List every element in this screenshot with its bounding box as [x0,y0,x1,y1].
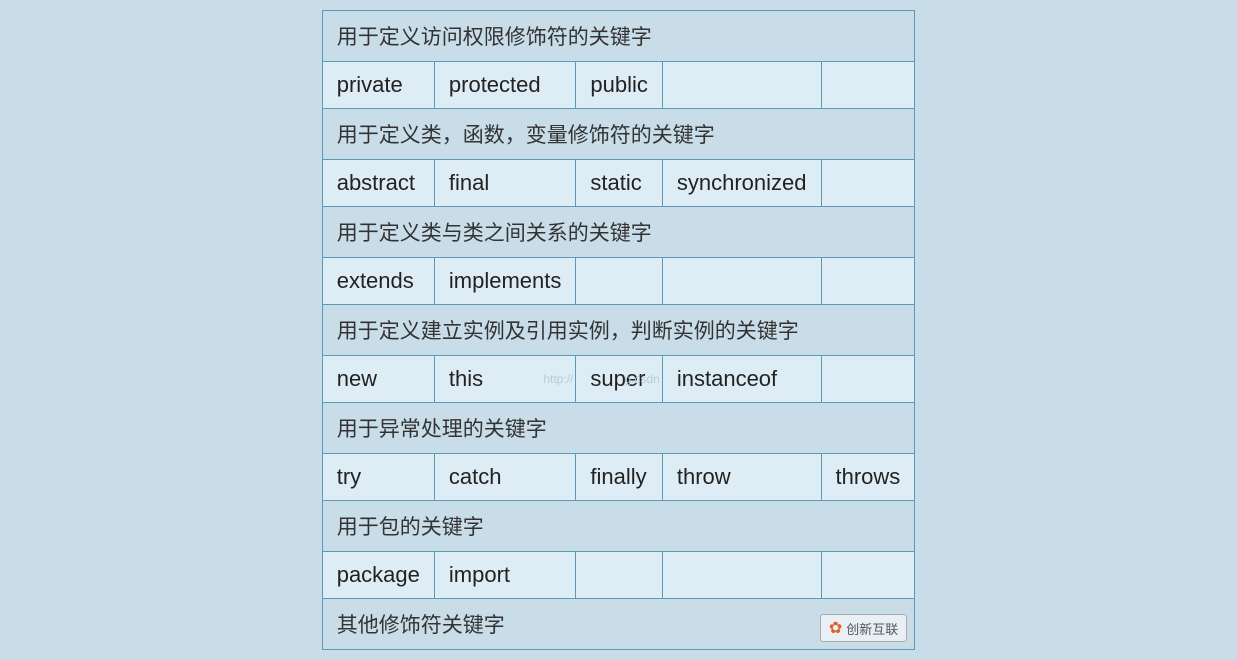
table-cell: extends [322,258,434,305]
section-header-label-3: 用于定义建立实例及引用实例，判断实例的关键字 [322,305,915,356]
table-cell: abstract [322,160,434,207]
table-cell [576,552,662,599]
section-header-label-2: 用于定义类与类之间关系的关键字 [322,207,915,258]
logo-badge: ✿ 创新互联 [820,614,907,642]
table-row: packageimport [322,552,915,599]
table-cell: static [576,160,662,207]
table-cell [576,258,662,305]
table-cell: synchronized [662,160,821,207]
section-header-3: 用于定义建立实例及引用实例，判断实例的关键字 [322,305,915,356]
table-cell: throws [821,454,915,501]
section-header-4: 用于异常处理的关键字 [322,403,915,454]
section-header-label-5: 用于包的关键字 [322,501,915,552]
table-cell: import [434,552,575,599]
logo-text: 创新互联 [846,619,898,638]
table-cell: private [322,62,434,109]
table-row: privateprotectedpublic [322,62,915,109]
table-cell: instanceof [662,356,821,403]
section-header-5: 用于包的关键字 [322,501,915,552]
table-cell [821,356,915,403]
table-cell: package [322,552,434,599]
table-cell: new [322,356,434,403]
section-header-0: 用于定义访问权限修饰符的关键字 [322,11,915,62]
table-cell [821,160,915,207]
table-cell [821,258,915,305]
table-cell: finally [576,454,662,501]
logo-icon: ✿ [829,618,842,638]
table-cell: protected [434,62,575,109]
table-cell: public [576,62,662,109]
table-cell [662,258,821,305]
table-cell: throw [662,454,821,501]
table-cell: thishttp:// [434,356,575,403]
table-row: abstractfinalstaticsynchronized [322,160,915,207]
table-cell: superg.csdn [576,356,662,403]
table-cell [821,552,915,599]
table-row: extendsimplements [322,258,915,305]
section-header-label-4: 用于异常处理的关键字 [322,403,915,454]
table-cell: implements [434,258,575,305]
table-row: newthishttp://superg.csdninstanceof [322,356,915,403]
section-header-label-0: 用于定义访问权限修饰符的关键字 [322,11,915,62]
keywords-table: 用于定义访问权限修饰符的关键字privateprotectedpublic用于定… [322,10,916,650]
section-header-label-1: 用于定义类，函数，变量修饰符的关键字 [322,109,915,160]
table-cell: final [434,160,575,207]
table-row: trycatchfinallythrowthrows [322,454,915,501]
section-header-1: 用于定义类，函数，变量修饰符的关键字 [322,109,915,160]
table-cell: catch [434,454,575,501]
table-cell: try [322,454,434,501]
section-header-2: 用于定义类与类之间关系的关键字 [322,207,915,258]
table-cell [821,62,915,109]
table-cell [662,552,821,599]
table-cell [662,62,821,109]
